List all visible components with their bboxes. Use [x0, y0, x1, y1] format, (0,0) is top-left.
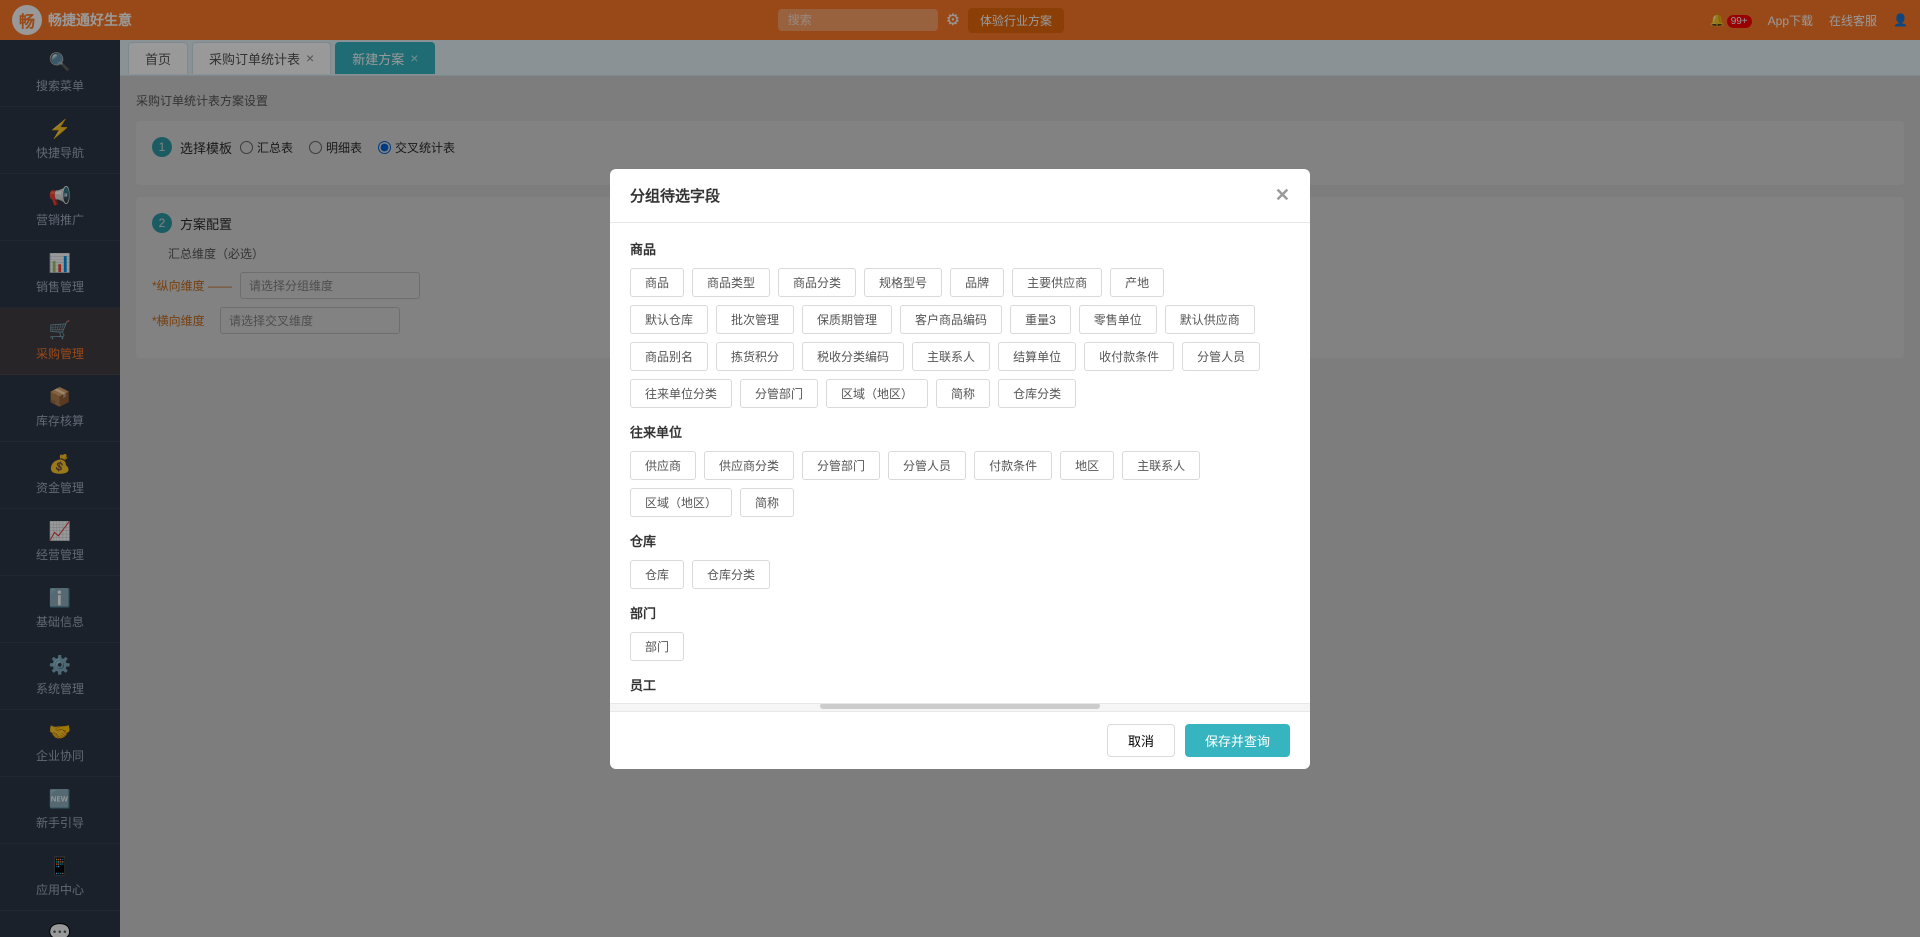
- field-tag[interactable]: 分管人员: [888, 451, 966, 480]
- save-query-button[interactable]: 保存并查询: [1185, 724, 1290, 757]
- field-tag[interactable]: 简称: [740, 488, 794, 517]
- modal-footer: 取消 保存并查询: [610, 711, 1310, 769]
- field-select-modal: 分组待选字段 ✕ 商品 商品 商品类型 商品分类 规格型号 品牌 主要供应商 产…: [610, 169, 1310, 769]
- section-counterpart-title: 往来单位: [630, 422, 1290, 441]
- field-tag[interactable]: 仓库分类: [692, 560, 770, 589]
- field-tag[interactable]: 分管人员: [1182, 342, 1260, 371]
- field-tag[interactable]: 仓库分类: [998, 379, 1076, 408]
- field-tag[interactable]: 分管部门: [802, 451, 880, 480]
- section-warehouse-fields: 仓库 仓库分类: [630, 560, 1290, 589]
- field-tag[interactable]: 供应商分类: [704, 451, 794, 480]
- section-dept-fields: 部门: [630, 632, 1290, 661]
- field-tag[interactable]: 商品分类: [778, 268, 856, 297]
- modal-close-btn[interactable]: ✕: [1275, 185, 1290, 206]
- field-tag[interactable]: 主联系人: [912, 342, 990, 371]
- modal-header: 分组待选字段 ✕: [610, 169, 1310, 223]
- field-tag[interactable]: 供应商: [630, 451, 696, 480]
- field-tag[interactable]: 拣货积分: [716, 342, 794, 371]
- field-tag[interactable]: 地区: [1060, 451, 1114, 480]
- field-tag[interactable]: 付款条件: [974, 451, 1052, 480]
- field-tag[interactable]: 区域（地区）: [826, 379, 928, 408]
- modal-hscroll[interactable]: [610, 703, 1310, 711]
- field-tag[interactable]: 往来单位分类: [630, 379, 732, 408]
- field-tag[interactable]: 产地: [1110, 268, 1164, 297]
- section-counterpart-fields: 供应商 供应商分类 分管部门 分管人员 付款条件 地区 主联系人: [630, 451, 1290, 480]
- field-tag[interactable]: 重量3: [1010, 305, 1071, 334]
- section-product-fields-row4: 往来单位分类 分管部门 区域（地区） 简称 仓库分类: [630, 379, 1290, 408]
- field-tag[interactable]: 默认仓库: [630, 305, 708, 334]
- field-tag[interactable]: 区域（地区）: [630, 488, 732, 517]
- field-tag[interactable]: 结算单位: [998, 342, 1076, 371]
- field-tag[interactable]: 零售单位: [1079, 305, 1157, 334]
- section-product-fields-row2: 默认仓库 批次管理 保质期管理 客户商品编码 重量3 零售单位 默认供应商: [630, 305, 1290, 334]
- section-warehouse-title: 仓库: [630, 531, 1290, 550]
- field-tag[interactable]: 主要供应商: [1012, 268, 1102, 297]
- field-tag[interactable]: 默认供应商: [1165, 305, 1255, 334]
- section-dept-title: 部门: [630, 603, 1290, 622]
- section-counterpart-fields-row2: 区域（地区） 简称: [630, 488, 1290, 517]
- field-tag[interactable]: 收付款条件: [1084, 342, 1174, 371]
- modal-title: 分组待选字段: [630, 185, 720, 206]
- cancel-button[interactable]: 取消: [1107, 724, 1175, 757]
- field-tag[interactable]: 规格型号: [864, 268, 942, 297]
- field-tag[interactable]: 部门: [630, 632, 684, 661]
- field-tag[interactable]: 分管部门: [740, 379, 818, 408]
- field-tag[interactable]: 税收分类编码: [802, 342, 904, 371]
- section-product-fields: 商品 商品类型 商品分类 规格型号 品牌 主要供应商 产地: [630, 268, 1290, 297]
- field-tag[interactable]: 简称: [936, 379, 990, 408]
- field-tag[interactable]: 主联系人: [1122, 451, 1200, 480]
- field-tag[interactable]: 商品别名: [630, 342, 708, 371]
- modal-body: 商品 商品 商品类型 商品分类 规格型号 品牌 主要供应商 产地 默认仓库 批次…: [610, 223, 1310, 703]
- field-tag[interactable]: 批次管理: [716, 305, 794, 334]
- field-tag[interactable]: 仓库: [630, 560, 684, 589]
- field-tag[interactable]: 商品类型: [692, 268, 770, 297]
- section-product-fields-row3: 商品别名 拣货积分 税收分类编码 主联系人 结算单位 收付款条件 分管人员: [630, 342, 1290, 371]
- field-tag[interactable]: 品牌: [950, 268, 1004, 297]
- field-tag[interactable]: 保质期管理: [802, 305, 892, 334]
- field-tag[interactable]: 客户商品编码: [900, 305, 1002, 334]
- section-product-title: 商品: [630, 239, 1290, 258]
- section-staff-title: 员工: [630, 675, 1290, 694]
- field-tag[interactable]: 商品: [630, 268, 684, 297]
